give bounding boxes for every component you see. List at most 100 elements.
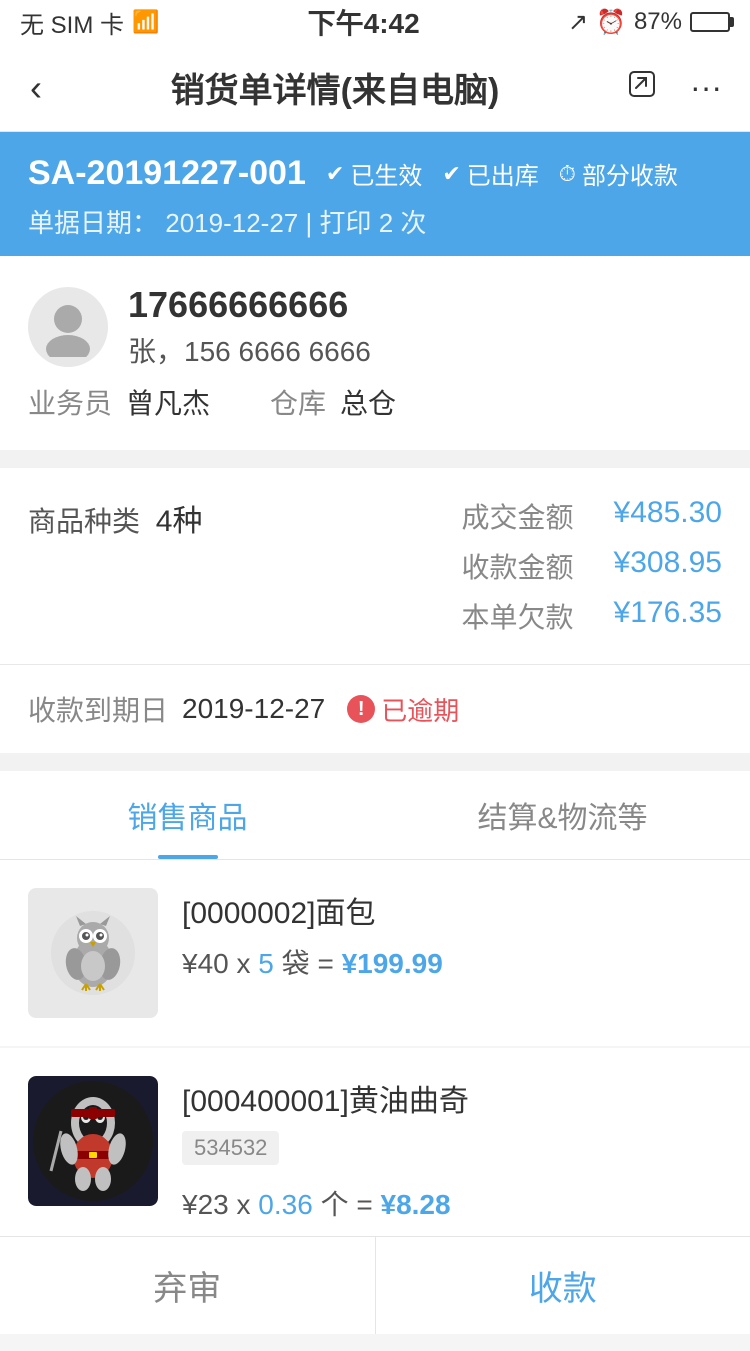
product-quantity-1: 5 [258, 948, 274, 979]
product-unit-price-1: ¥40 [182, 948, 229, 979]
share-button[interactable] [618, 60, 666, 116]
product-types-label: 商品种类 [28, 506, 140, 537]
banner-date-row: 单据日期： 2019-12-27 | 打印 2 次 [28, 203, 722, 240]
date-label: 单据日期： [28, 208, 158, 238]
overdue-badge: ! 已逾期 [347, 691, 459, 728]
multiply-icon-1: x [237, 948, 259, 979]
product-code-2: [000400001] [182, 1085, 349, 1118]
banner-row1: SA-20191227-001 ✔ 已生效 ✔ 已出库 ⏱ 部分收款 [28, 154, 722, 193]
product-thumbnail-2 [28, 1076, 158, 1206]
overdue-icon: ! [347, 695, 375, 723]
order-id: SA-20191227-001 [28, 154, 306, 193]
shipped-icon: ✔ [442, 161, 460, 187]
product-unit-price-2: ¥23 [182, 1189, 229, 1220]
sales-value: 曾凡杰 [126, 382, 210, 422]
deal-amount-row: 成交金额 ¥485.30 [462, 496, 722, 536]
status-bar: 无 SIM 卡 📶 下午4:42 ↗ ⏰ 87% [0, 0, 750, 44]
badge-effective-label: 已生效 [350, 156, 422, 191]
product-list: [0000002]面包 ¥40 x 5 袋 = ¥199.99 [0, 860, 750, 1251]
sales-label: 业务员 [28, 382, 112, 422]
bottom-bar: 弃审 收款 [0, 1236, 750, 1334]
list-item: [000400001]黄油曲奇 534532 ¥23 x 0.36 个 = ¥8… [0, 1048, 750, 1251]
battery-bar [690, 12, 730, 32]
product-code-1: [0000002] [182, 897, 315, 930]
product-total-2: ¥8.28 [381, 1189, 451, 1220]
product-info-1: [0000002]面包 ¥40 x 5 袋 = ¥199.99 [182, 888, 722, 982]
avatar [28, 287, 108, 367]
receipt-amount-row: 收款金额 ¥308.95 [462, 546, 722, 586]
order-date: 2019-12-27 [165, 208, 298, 238]
order-header-banner: SA-20191227-001 ✔ 已生效 ✔ 已出库 ⏱ 部分收款 单据日期：… [0, 132, 750, 256]
badge-shipped: ✔ 已出库 [442, 156, 538, 191]
summary-right-block: 成交金额 ¥485.30 收款金额 ¥308.95 本单欠款 ¥176.35 [462, 496, 722, 636]
debt-amount-row: 本单欠款 ¥176.35 [462, 596, 722, 636]
equals-icon-1: = [317, 948, 341, 979]
deal-amount-label: 成交金额 [462, 496, 574, 536]
more-button[interactable]: ··· [682, 61, 730, 114]
cancel-review-button[interactable]: 弃审 [0, 1237, 376, 1334]
product-name-2: [000400001]黄油曲奇 [182, 1076, 722, 1120]
product-price-row-1: ¥40 x 5 袋 = ¥199.99 [182, 942, 722, 982]
tab-underline [158, 855, 218, 859]
receipt-button[interactable]: 收款 [376, 1237, 750, 1334]
customer-info: 17666666666 张，156 6666 6666 [128, 284, 371, 370]
page-title: 销货单详情(来自电脑) [52, 63, 618, 112]
multiply-icon-2: x [237, 1189, 259, 1220]
due-date-section: 收款到期日 2019-12-27 ! 已逾期 [0, 665, 750, 753]
deal-amount-value: ¥485.30 [614, 496, 722, 536]
customer-phone-name: 17666666666 [128, 284, 371, 326]
badge-shipped-label: 已出库 [467, 156, 539, 191]
tabs-section: 销售商品 结算&物流等 [0, 771, 750, 860]
customer-meta: 业务员 曾凡杰 仓库 总仓 [28, 382, 722, 422]
product-unit-1: 袋 [282, 948, 310, 979]
equals-icon-2: = [356, 1189, 380, 1220]
divider-1 [0, 450, 750, 468]
product-badge-2: 534532 [182, 1131, 279, 1165]
badge-effective: ✔ 已生效 [326, 156, 422, 191]
tab-settlement[interactable]: 结算&物流等 [375, 771, 750, 859]
product-info-2: [000400001]黄油曲奇 534532 ¥23 x 0.36 个 = ¥8… [182, 1076, 722, 1223]
summary-section: 商品种类 4种 成交金额 ¥485.30 收款金额 ¥308.95 本单欠款 ¥… [0, 468, 750, 664]
tab-products-label: 销售商品 [128, 793, 248, 837]
salesperson-item: 业务员 曾凡杰 [28, 382, 210, 422]
product-name-1: [0000002]面包 [182, 888, 722, 932]
owl-icon [28, 888, 158, 1018]
warehouse-item: 仓库 总仓 [270, 382, 396, 422]
list-item: [0000002]面包 ¥40 x 5 袋 = ¥199.99 [0, 860, 750, 1046]
status-right: ↗ ⏰ 87% [568, 8, 730, 37]
wifi-icon: 📶 [132, 9, 159, 35]
receipt-amount-value: ¥308.95 [614, 546, 722, 586]
date-separator: | [305, 208, 319, 238]
overdue-label: 已逾期 [381, 691, 459, 728]
print-text: 打印 2 次 [319, 208, 426, 238]
product-types-value: 4种 [156, 505, 203, 538]
tab-products[interactable]: 销售商品 [0, 771, 375, 859]
status-time: 下午4:42 [308, 2, 420, 42]
alarm-icon: ⏰ [596, 8, 626, 37]
customer-row: 17666666666 张，156 6666 6666 [28, 284, 722, 370]
product-quantity-2: 0.36 [258, 1189, 313, 1220]
due-date-label: 收款到期日 [28, 689, 168, 729]
product-thumbnail-1 [28, 888, 158, 1018]
tabs-row: 销售商品 结算&物流等 [0, 771, 750, 859]
nav-actions: ··· [618, 60, 730, 116]
status-left: 无 SIM 卡 📶 [20, 5, 159, 40]
customer-section: 17666666666 张，156 6666 6666 业务员 曾凡杰 仓库 总… [0, 256, 750, 450]
badge-partial-label: 部分收款 [582, 156, 678, 191]
debt-amount-value: ¥176.35 [614, 596, 722, 636]
divider-2 [0, 753, 750, 771]
back-button[interactable]: ‹ [20, 57, 52, 119]
product-price-row-2: ¥23 x 0.36 个 = ¥8.28 [182, 1183, 722, 1223]
warehouse-label: 仓库 [270, 382, 326, 422]
badge-partial: ⏱ 部分收款 [559, 156, 678, 191]
partial-icon: ⏱ [559, 161, 576, 187]
nav-bar: ‹ 销货单详情(来自电脑) ··· [0, 44, 750, 132]
receipt-amount-label: 收款金额 [462, 546, 574, 586]
battery-text: 87% [634, 8, 682, 36]
due-date-value: 2019-12-27 [182, 693, 325, 725]
product-unit-2: 个 [321, 1189, 349, 1220]
product-total-1: ¥199.99 [342, 948, 443, 979]
tab-settlement-label: 结算&物流等 [477, 793, 647, 837]
effective-icon: ✔ [326, 161, 344, 187]
warehouse-value: 总仓 [340, 382, 396, 422]
